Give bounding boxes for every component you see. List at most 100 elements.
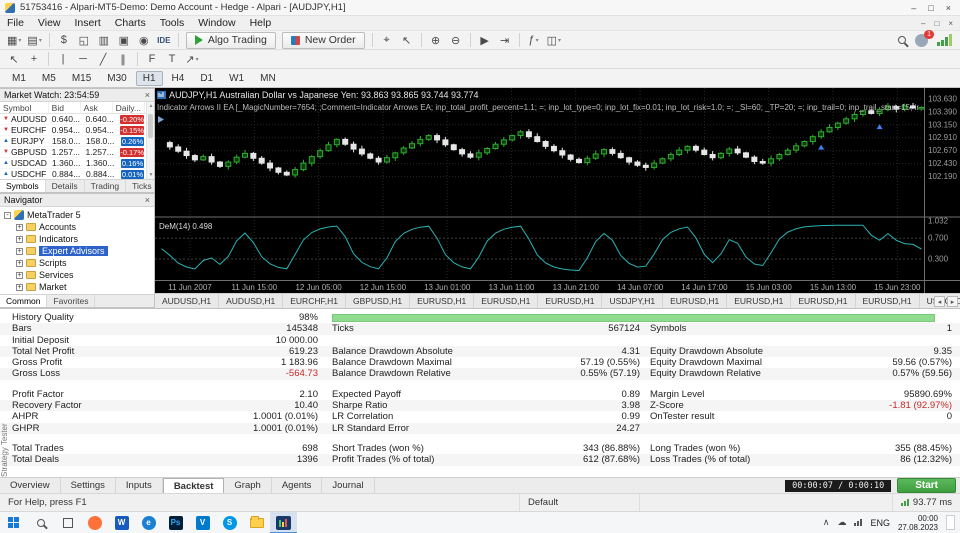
navigator-item-market[interactable]: + Market xyxy=(0,281,154,293)
tab-favorites[interactable]: Favorites xyxy=(47,295,96,307)
mdi-minimize-icon[interactable]: – xyxy=(921,19,925,28)
task-view-button[interactable] xyxy=(54,512,81,533)
status-profile[interactable]: Default xyxy=(520,494,640,511)
network-icon[interactable] xyxy=(854,519,863,526)
new-order-button[interactable]: New Order xyxy=(281,31,365,49)
menu-insert[interactable]: Insert xyxy=(68,16,108,30)
scroll-up-icon[interactable]: ▲ xyxy=(147,103,155,109)
expand-icon[interactable]: + xyxy=(16,259,23,267)
objects-list-icon[interactable]: ◫ ▾ xyxy=(545,32,563,48)
tab-symbols[interactable]: Symbols xyxy=(0,180,46,192)
maximize-icon[interactable]: □ xyxy=(928,3,933,13)
close-icon[interactable]: × xyxy=(946,3,951,13)
metatrader-icon[interactable] xyxy=(270,511,297,533)
chart-tab[interactable]: USDJPY,H1 xyxy=(602,294,664,308)
auto-scroll-icon[interactable]: ▶ xyxy=(476,32,494,48)
chart-tab[interactable]: AUDUSD,H1 xyxy=(219,294,284,308)
chart-tabs-scroll-right-icon[interactable]: ▸ xyxy=(947,296,958,307)
navigator-root[interactable]: - MetaTrader 5 xyxy=(0,209,154,221)
timeframe-mn[interactable]: MN xyxy=(253,71,283,86)
timeframe-m30[interactable]: M30 xyxy=(100,71,133,86)
start-button[interactable] xyxy=(0,512,27,533)
timeframe-d1[interactable]: D1 xyxy=(193,71,220,86)
tester-tab-graph[interactable]: Graph xyxy=(224,478,272,493)
tab-ticks[interactable]: Ticks xyxy=(126,180,159,192)
chart-tab[interactable]: EURUSD,H1 xyxy=(791,294,856,308)
menu-file[interactable]: File xyxy=(0,16,31,30)
chart-tab[interactable]: EURUSD,H1 xyxy=(474,294,539,308)
timeframe-m15[interactable]: M15 xyxy=(65,71,98,86)
tab-common[interactable]: Common xyxy=(0,295,48,307)
chart-tab[interactable]: EURUSD,H1 xyxy=(856,294,920,308)
tester-tab-agents[interactable]: Agents xyxy=(272,478,323,493)
navigator-close-icon[interactable]: × xyxy=(145,195,150,205)
menu-view[interactable]: View xyxy=(31,16,68,30)
navigator-item-services[interactable]: + Services xyxy=(0,269,154,281)
mdi-restore-icon[interactable]: □ xyxy=(934,19,939,28)
navigator-item-scripts[interactable]: + Scripts xyxy=(0,257,154,269)
menu-help[interactable]: Help xyxy=(243,16,279,30)
timeframe-m1[interactable]: M1 xyxy=(5,71,33,86)
menu-window[interactable]: Window xyxy=(191,16,242,30)
zoom-out-icon[interactable]: ⊖ xyxy=(447,32,465,48)
word-icon[interactable]: W xyxy=(108,512,135,533)
language-indicator[interactable]: ENG xyxy=(870,518,890,528)
navigator-item-accounts[interactable]: + Accounts xyxy=(0,221,154,233)
column-header-symbol[interactable]: Symbol xyxy=(0,102,49,113)
strategy-tester-toggle-icon[interactable]: ◉ xyxy=(135,32,153,48)
menu-charts[interactable]: Charts xyxy=(108,16,153,30)
onedrive-icon[interactable]: ☁ xyxy=(837,517,846,528)
indicators-icon[interactable]: ƒ ▾ xyxy=(525,32,543,48)
chart-tab[interactable]: EURUSD,H1 xyxy=(727,294,792,308)
crosshair-mode-icon[interactable]: ⌖ xyxy=(378,32,396,48)
market-watch-row[interactable]: ▲ USDCAD 1.360... 1.360... 0.16% xyxy=(0,158,154,169)
minimize-icon[interactable]: – xyxy=(911,3,916,13)
vertical-line-icon[interactable]: | xyxy=(54,51,72,67)
chart-shift-icon[interactable]: ⇥ xyxy=(496,32,514,48)
data-window-icon[interactable]: ◱ xyxy=(75,32,93,48)
start-button[interactable]: Start xyxy=(897,478,956,493)
collapse-icon[interactable]: - xyxy=(4,211,11,219)
market-watch-toggle-icon[interactable]: $ xyxy=(55,32,73,48)
tester-tab-journal[interactable]: Journal xyxy=(322,478,375,493)
algo-trading-button[interactable]: Algo Trading xyxy=(185,31,276,49)
search-button[interactable] xyxy=(27,512,54,533)
hidden-icons-chevron[interactable]: ∧ xyxy=(823,517,830,528)
navigator-item-expert-advisors[interactable]: + Expert Advisors xyxy=(0,245,154,257)
skype-icon[interactable]: S xyxy=(216,512,243,533)
connection-status-icon[interactable] xyxy=(937,34,952,46)
navigator-toggle-icon[interactable]: ▥ xyxy=(95,32,113,48)
chart-tab[interactable]: EURUSD,H1 xyxy=(663,294,728,308)
expand-icon[interactable]: + xyxy=(16,235,23,243)
new-chart-icon[interactable]: ▦ ▾ xyxy=(5,32,23,48)
chart-tab[interactable]: AUDUSD,H1 xyxy=(155,294,220,308)
chart-tab[interactable]: GBPUSD,H1 xyxy=(346,294,411,308)
chart-tabs-scroll-left-icon[interactable]: ◂ xyxy=(934,296,945,307)
tester-tab-backtest[interactable]: Backtest xyxy=(162,478,225,493)
fibonacci-retracement-icon[interactable]: F xyxy=(143,51,161,67)
equidistant-channel-icon[interactable]: ∥ xyxy=(114,51,132,67)
chart-tab[interactable]: EURUSD,H1 xyxy=(538,294,603,308)
tab-details[interactable]: Details xyxy=(46,180,85,192)
expand-icon[interactable]: + xyxy=(16,271,23,279)
tester-tab-overview[interactable]: Overview xyxy=(0,478,61,493)
explorer-icon[interactable] xyxy=(243,512,270,533)
market-watch-row[interactable]: ▼ EURCHF 0.954... 0.954... -0.15% xyxy=(0,125,154,136)
crosshair-icon[interactable]: + xyxy=(25,51,43,67)
mdi-close-icon[interactable]: × xyxy=(948,19,953,28)
photoshop-icon[interactable]: Ps xyxy=(162,512,189,533)
navigator-item-indicators[interactable]: + Indicators xyxy=(0,233,154,245)
expand-icon[interactable]: + xyxy=(16,247,23,255)
trendline-icon[interactable]: ╱ xyxy=(94,51,112,67)
timeframe-m5[interactable]: M5 xyxy=(35,71,63,86)
column-header-ask[interactable]: Ask xyxy=(81,102,113,113)
chart-tab[interactable]: EURCHF,H1 xyxy=(283,294,346,308)
text-label-icon[interactable]: T xyxy=(163,51,181,67)
cursor-mode-icon[interactable]: ↖ xyxy=(398,32,416,48)
column-header-bid[interactable]: Bid xyxy=(49,102,81,113)
market-watch-row[interactable]: ▼ GBPUSD 1.257... 1.257... -0.17% xyxy=(0,147,154,158)
tester-tab-inputs[interactable]: Inputs xyxy=(116,478,163,493)
expand-icon[interactable]: + xyxy=(16,283,23,291)
market-watch-scrollbar[interactable]: ▲ ▼ xyxy=(146,102,154,179)
tester-tab-settings[interactable]: Settings xyxy=(61,478,116,493)
